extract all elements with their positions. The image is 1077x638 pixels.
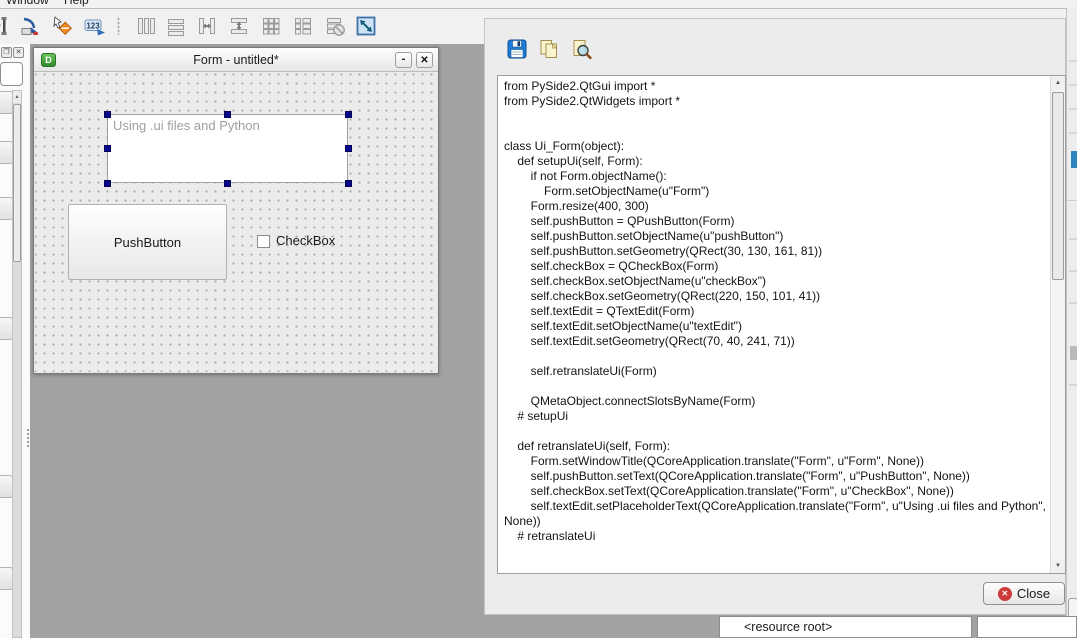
- qt-designer-screen: Window Help: [0, 0, 1077, 638]
- selection-handle[interactable]: [104, 180, 111, 187]
- edit-widgets-icon: [0, 16, 9, 36]
- code-view[interactable]: from PySide2.QtGui import * from PySide2…: [497, 75, 1066, 574]
- edit-buddies-icon: [53, 16, 73, 36]
- selection-handle[interactable]: [104, 145, 111, 152]
- code-scrollbar[interactable]: ▲ ▼: [1050, 76, 1065, 573]
- copy-button[interactable]: [536, 36, 562, 62]
- form-window-titlebar[interactable]: D Form - untitled* - ✕: [34, 48, 438, 72]
- form-canvas[interactable]: Using .ui files and Python PushButton Ch…: [35, 73, 437, 372]
- selected-row-highlight: [1071, 151, 1077, 168]
- panel-resize-grip[interactable]: [26, 428, 30, 448]
- layout-vertical-splitter-button[interactable]: [225, 12, 253, 40]
- layout-grid-button[interactable]: [257, 12, 285, 40]
- tick-mark: [1069, 270, 1077, 272]
- tick-mark: [1069, 238, 1077, 240]
- edit-buddies-button[interactable]: [49, 12, 77, 40]
- widget-filter-input[interactable]: [0, 62, 23, 86]
- tick-mark: [1069, 60, 1077, 62]
- dock-close-button[interactable]: ✕: [13, 47, 24, 58]
- widget-box-scrollbar[interactable]: ▲: [12, 90, 22, 638]
- layout-vertically-icon: [166, 16, 186, 36]
- dock-float-button[interactable]: ❐: [1, 47, 12, 58]
- edit-tab-order-button[interactable]: 123: [81, 12, 109, 40]
- copy-icon: [538, 38, 560, 60]
- resource-list-panel: [977, 616, 1077, 638]
- menu-item-help[interactable]: Help: [64, 0, 89, 7]
- scroll-up-icon[interactable]: ▲: [1051, 76, 1065, 90]
- edit-signals-slots-button[interactable]: [16, 12, 44, 40]
- layout-form-button[interactable]: [289, 12, 317, 40]
- svg-text:123: 123: [86, 22, 100, 31]
- scroll-up-icon[interactable]: ▲: [13, 91, 21, 103]
- tick-mark: [1069, 108, 1077, 110]
- break-layout-icon: [325, 16, 345, 36]
- scrollbar-thumb[interactable]: [1052, 92, 1064, 280]
- code-preview-dialog: from PySide2.QtGui import * from PySide2…: [484, 18, 1066, 615]
- textedit-widget[interactable]: Using .ui files and Python: [107, 114, 348, 183]
- scrollbar-thumb[interactable]: [13, 104, 21, 262]
- generated-code-text: from PySide2.QtGui import * from PySide2…: [498, 76, 1050, 573]
- pushbutton-widget[interactable]: PushButton: [68, 204, 227, 280]
- selection-handle[interactable]: [345, 180, 352, 187]
- divider: [1067, 200, 1077, 201]
- tick-mark: [1069, 84, 1077, 86]
- widget-box-panel: ❐ ✕ ▲: [0, 44, 30, 638]
- checkbox-widget[interactable]: CheckBox: [276, 233, 335, 248]
- right-dock-sliver: [1066, 8, 1077, 638]
- form-window-title: Form - untitled*: [34, 48, 438, 72]
- scroll-down-icon[interactable]: ▼: [1051, 559, 1065, 573]
- close-dialog-button[interactable]: ✕ Close: [983, 582, 1065, 605]
- save-icon: [506, 38, 528, 60]
- close-window-button[interactable]: ✕: [416, 52, 433, 68]
- layout-horizontal-splitter-icon: [197, 16, 217, 36]
- selection-handle[interactable]: [345, 111, 352, 118]
- break-layout-button[interactable]: [321, 12, 349, 40]
- layout-vertically-button[interactable]: [162, 12, 190, 40]
- form-editor-window: D Form - untitled* - ✕ Using .ui files a…: [33, 47, 439, 374]
- tick-mark: [1069, 384, 1077, 386]
- resource-root-item[interactable]: <resource root>: [720, 617, 971, 634]
- row-fragment: [1070, 346, 1077, 360]
- edit-signals-slots-icon: [20, 16, 40, 36]
- edit-tab-order-icon: 123: [84, 16, 106, 36]
- layout-grid-icon: [261, 16, 281, 36]
- menu-bar: Window Help: [0, 0, 1077, 9]
- resource-tree-panel: <resource root>: [719, 616, 972, 638]
- close-button-label: Close: [1017, 586, 1050, 601]
- find-button[interactable]: [568, 36, 594, 62]
- layout-vertical-splitter-icon: [229, 16, 249, 36]
- layout-form-icon: [293, 16, 313, 36]
- adjust-size-button[interactable]: [352, 12, 380, 40]
- close-red-icon: ✕: [998, 587, 1012, 601]
- menu-item-window[interactable]: Window: [6, 0, 49, 7]
- toolbar-separator: [117, 17, 120, 35]
- textedit-placeholder: Using .ui files and Python: [108, 115, 347, 136]
- edit-widgets-button[interactable]: [0, 12, 13, 40]
- layout-horizontal-splitter-button[interactable]: [193, 12, 221, 40]
- layout-horizontally-icon: [135, 16, 155, 36]
- selection-handle[interactable]: [224, 180, 231, 187]
- selection-handle[interactable]: [104, 111, 111, 118]
- minimize-button[interactable]: -: [395, 52, 412, 68]
- save-button[interactable]: [504, 36, 530, 62]
- tick-mark: [1069, 132, 1077, 134]
- tick-mark: [1069, 302, 1077, 304]
- checkbox-indicator[interactable]: [257, 235, 270, 248]
- layout-horizontally-button[interactable]: [131, 12, 159, 40]
- selection-handle[interactable]: [224, 111, 231, 118]
- find-icon: [570, 38, 592, 60]
- adjust-size-icon: [355, 15, 377, 37]
- selection-handle[interactable]: [345, 145, 352, 152]
